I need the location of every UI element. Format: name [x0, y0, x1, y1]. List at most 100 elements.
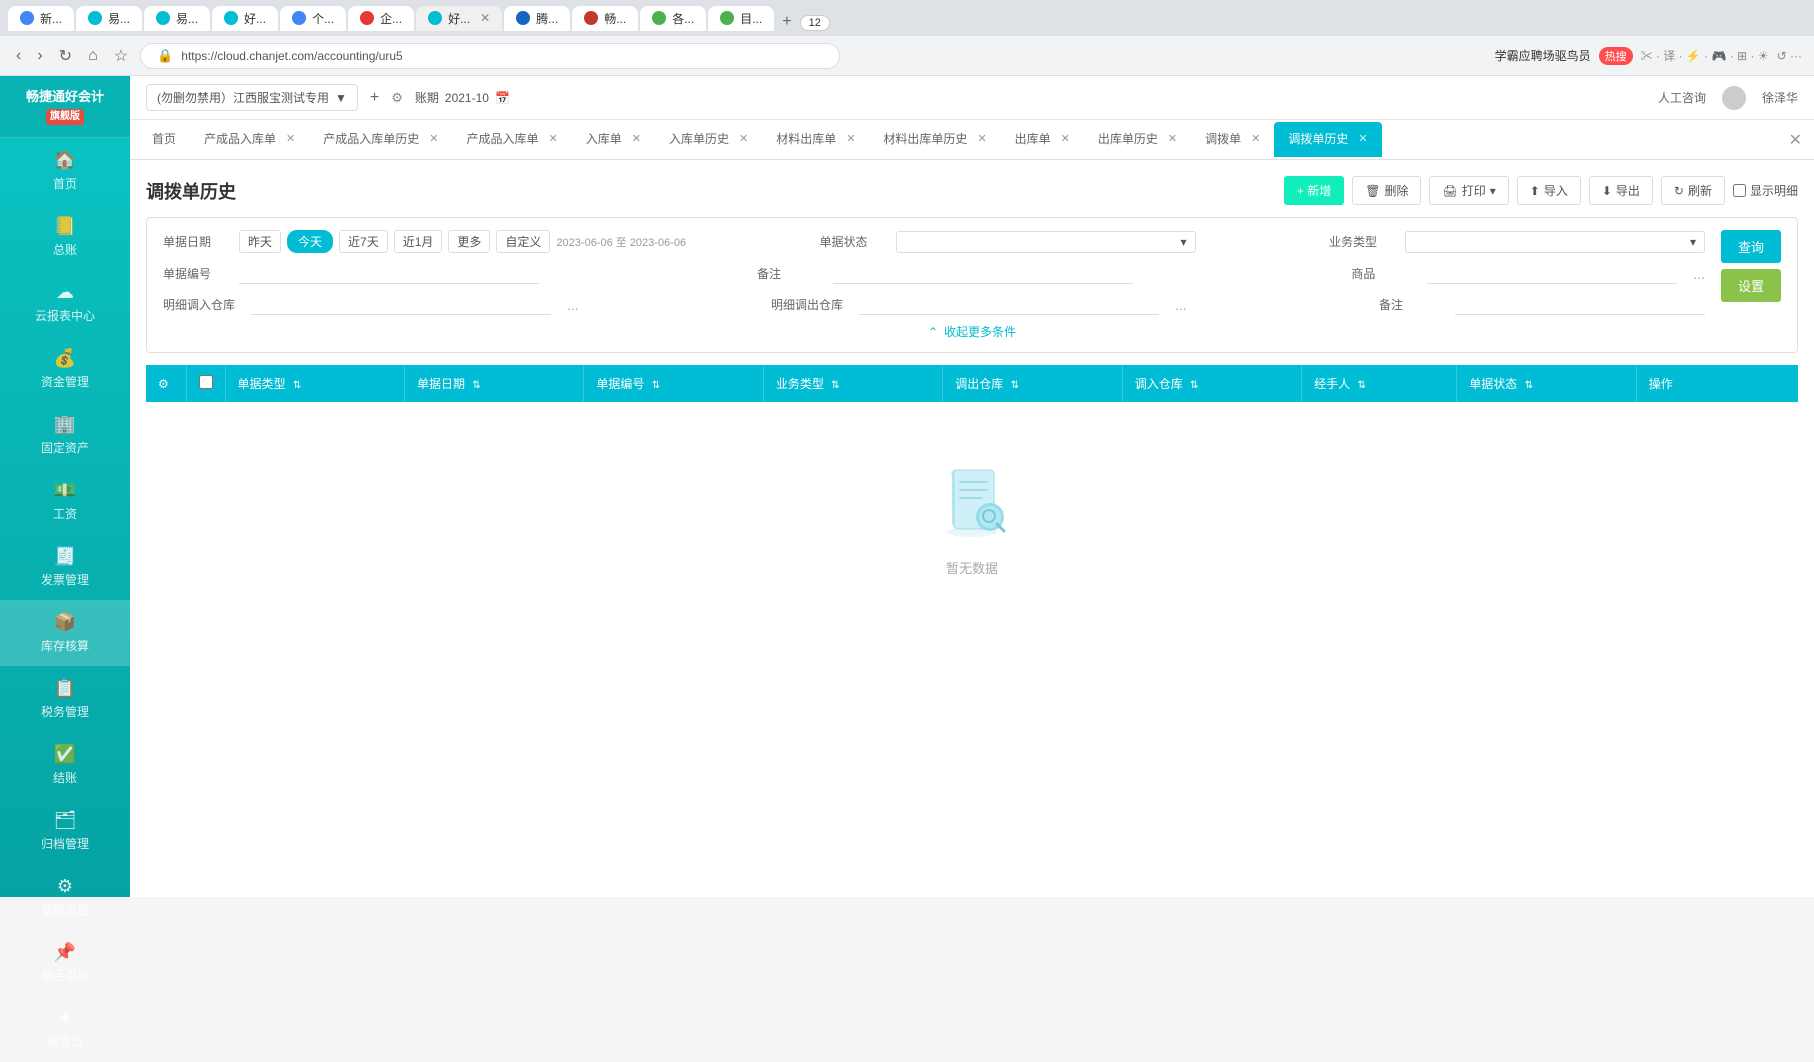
browser-tab-6[interactable]: 好... ✕ — [416, 6, 502, 31]
sidebar-item-tax[interactable]: 📋 税务管理 — [0, 666, 130, 732]
close-all-tabs-button[interactable]: ✕ — [1785, 126, 1806, 154]
browser-tab-2[interactable]: 易... — [144, 6, 210, 31]
display-detail-checkbox[interactable] — [1733, 184, 1746, 197]
add-company-button[interactable]: + — [370, 89, 379, 107]
date-custom-btn[interactable]: 自定义 — [496, 230, 550, 253]
sidebar-item-payroll[interactable]: 💵 工资 — [0, 468, 130, 534]
page-tab-5-close[interactable]: ✕ — [739, 132, 748, 145]
page-tab-9[interactable]: 出库单历史 ✕ — [1084, 122, 1191, 157]
page-tab-5[interactable]: 入库单历史 ✕ — [655, 122, 762, 157]
page-tab-6-close[interactable]: ✕ — [846, 132, 855, 145]
browser-tab-8[interactable]: 畅... — [572, 6, 638, 31]
sidebar-item-member[interactable]: ✦ 畅会员 — [0, 996, 130, 1062]
collapse-button[interactable]: ⌃ 收起更多条件 — [163, 323, 1781, 340]
biz-type-filter-select[interactable]: ▾ — [1405, 231, 1705, 253]
page-tab-1[interactable]: 产成品入库单 ✕ — [190, 122, 309, 157]
detail-out-input[interactable] — [859, 294, 1159, 315]
print-button[interactable]: 🖨 打印 ▾ — [1429, 176, 1508, 205]
import-button[interactable]: ⬆ 导入 — [1517, 176, 1581, 205]
browser-tab-4[interactable]: 个... — [280, 6, 346, 31]
browser-tab-1[interactable]: 易... — [76, 6, 142, 31]
detail-out-dots[interactable]: ... — [1175, 297, 1187, 313]
table-gear-icon[interactable]: ⚙ — [158, 377, 169, 391]
browser-tab-9[interactable]: 各... — [640, 6, 706, 31]
remark-input[interactable] — [833, 263, 1133, 284]
export-button[interactable]: ⬇ 导出 — [1589, 176, 1653, 205]
page-tab-3[interactable]: 产成品入库单 ✕ — [452, 122, 571, 157]
page-tab-6[interactable]: 材料出库单 ✕ — [762, 122, 869, 157]
delete-button[interactable]: 🗑 删除 — [1352, 176, 1421, 205]
address-bar[interactable]: 🔒 https://cloud.chanjet.com/accounting/u… — [140, 43, 840, 69]
page-tab-11[interactable]: 调拨单历史 ✕ — [1274, 122, 1381, 157]
sidebar-item-archive[interactable]: 🗂 归档管理 — [0, 798, 130, 864]
date-1month-btn[interactable]: 近1月 — [394, 230, 443, 253]
th-doc-date-sort[interactable]: ⇅ — [472, 380, 480, 391]
page-tab-9-close[interactable]: ✕ — [1168, 132, 1177, 145]
th-out-warehouse-sort[interactable]: ⇅ — [1011, 380, 1019, 391]
tab-close-6[interactable]: ✕ — [480, 11, 490, 25]
browser-tab-3[interactable]: 好... — [212, 6, 278, 31]
refresh-button[interactable]: ↻ 刷新 — [1661, 176, 1725, 205]
sidebar-item-ledger[interactable]: 📒 总账 — [0, 204, 130, 270]
doc-number-input[interactable] — [239, 263, 539, 284]
select-all-checkbox[interactable] — [199, 375, 213, 389]
page-tab-8[interactable]: 出库单 ✕ — [1001, 122, 1084, 157]
detail-in-dots[interactable]: ... — [567, 297, 579, 313]
sidebar-item-reports[interactable]: ☁ 云报表中心 — [0, 270, 130, 336]
th-doc-status-sort[interactable]: ⇅ — [1525, 380, 1533, 391]
th-doc-number-sort[interactable]: ⇅ — [652, 380, 660, 391]
page-tab-2[interactable]: 产成品入库单历史 ✕ — [309, 122, 452, 157]
page-tab-1-close[interactable]: ✕ — [286, 132, 295, 145]
remark2-input[interactable] — [1455, 294, 1705, 315]
sidebar-item-invoice[interactable]: 🧾 发票管理 — [0, 534, 130, 600]
page-tab-7-close[interactable]: ✕ — [977, 132, 986, 145]
query-button[interactable]: 查询 — [1721, 230, 1781, 263]
sidebar-item-home[interactable]: 🏠 首页 — [0, 138, 130, 204]
display-detail-toggle[interactable]: 显示明细 — [1733, 182, 1798, 199]
calendar-icon[interactable]: 📅 — [495, 91, 510, 105]
filter-settings-button[interactable]: 设置 — [1721, 269, 1781, 302]
th-handler-sort[interactable]: ⇅ — [1357, 380, 1365, 391]
reload-button[interactable]: ↻ — [55, 42, 76, 70]
sidebar-item-finance[interactable]: 💰 资金管理 — [0, 336, 130, 402]
page-tab-4[interactable]: 入库单 ✕ — [572, 122, 655, 157]
browser-tab-5[interactable]: 企... — [348, 6, 414, 31]
date-yesterday-btn[interactable]: 昨天 — [239, 230, 281, 253]
goods-input[interactable] — [1427, 263, 1677, 284]
page-tab-4-close[interactable]: ✕ — [632, 132, 641, 145]
page-tab-home[interactable]: 首页 — [138, 122, 190, 157]
browser-tab-10[interactable]: 目... — [708, 6, 774, 31]
gear-icon[interactable]: ⚙ — [391, 90, 403, 106]
new-tab-button[interactable]: + — [776, 13, 797, 31]
date-7days-btn[interactable]: 近7天 — [339, 230, 388, 253]
date-today-btn[interactable]: 今天 — [287, 230, 333, 253]
home-button[interactable]: ⌂ — [84, 43, 102, 69]
page-tab-10-close[interactable]: ✕ — [1251, 132, 1260, 145]
page-tab-3-close[interactable]: ✕ — [549, 132, 558, 145]
back-button[interactable]: ‹ — [12, 43, 25, 69]
browser-tab-7[interactable]: 腾... — [504, 6, 570, 31]
sidebar-item-close[interactable]: ✅ 结账 — [0, 732, 130, 798]
detail-in-input[interactable] — [251, 294, 551, 315]
sidebar-item-settings[interactable]: ⚙ 基础设置 — [0, 864, 130, 930]
forward-button[interactable]: › — [33, 43, 46, 69]
new-button[interactable]: + 新增 — [1284, 176, 1344, 205]
browser-tab-0[interactable]: 新... — [8, 6, 74, 31]
page-tab-7[interactable]: 材料出库单历史 ✕ — [869, 122, 1000, 157]
th-doc-type-sort[interactable]: ⇅ — [293, 380, 301, 391]
date-more-btn[interactable]: 更多 — [448, 230, 490, 253]
th-biz-type-sort[interactable]: ⇅ — [831, 380, 839, 391]
sidebar-item-inventory[interactable]: 📦 库存核算 — [0, 600, 130, 666]
page-tab-2-close[interactable]: ✕ — [429, 132, 438, 145]
page-tab-8-close[interactable]: ✕ — [1061, 132, 1070, 145]
page-tab-10[interactable]: 调拨单 ✕ — [1191, 122, 1274, 157]
sidebar-item-assets[interactable]: 🏢 固定资产 — [0, 402, 130, 468]
status-filter-select[interactable]: ▾ — [896, 231, 1196, 253]
th-in-warehouse-sort[interactable]: ⇅ — [1190, 380, 1198, 391]
service-link[interactable]: 人工咨询 — [1658, 89, 1706, 106]
bookmark-button[interactable]: ☆ — [110, 42, 132, 70]
goods-dots[interactable]: ... — [1693, 266, 1705, 282]
sidebar-item-guide[interactable]: 📌 新手引导 — [0, 930, 130, 996]
page-tab-11-close[interactable]: ✕ — [1358, 132, 1367, 145]
company-selector[interactable]: (勿删勿禁用）江西服宝测试专用 ▼ — [146, 84, 358, 111]
